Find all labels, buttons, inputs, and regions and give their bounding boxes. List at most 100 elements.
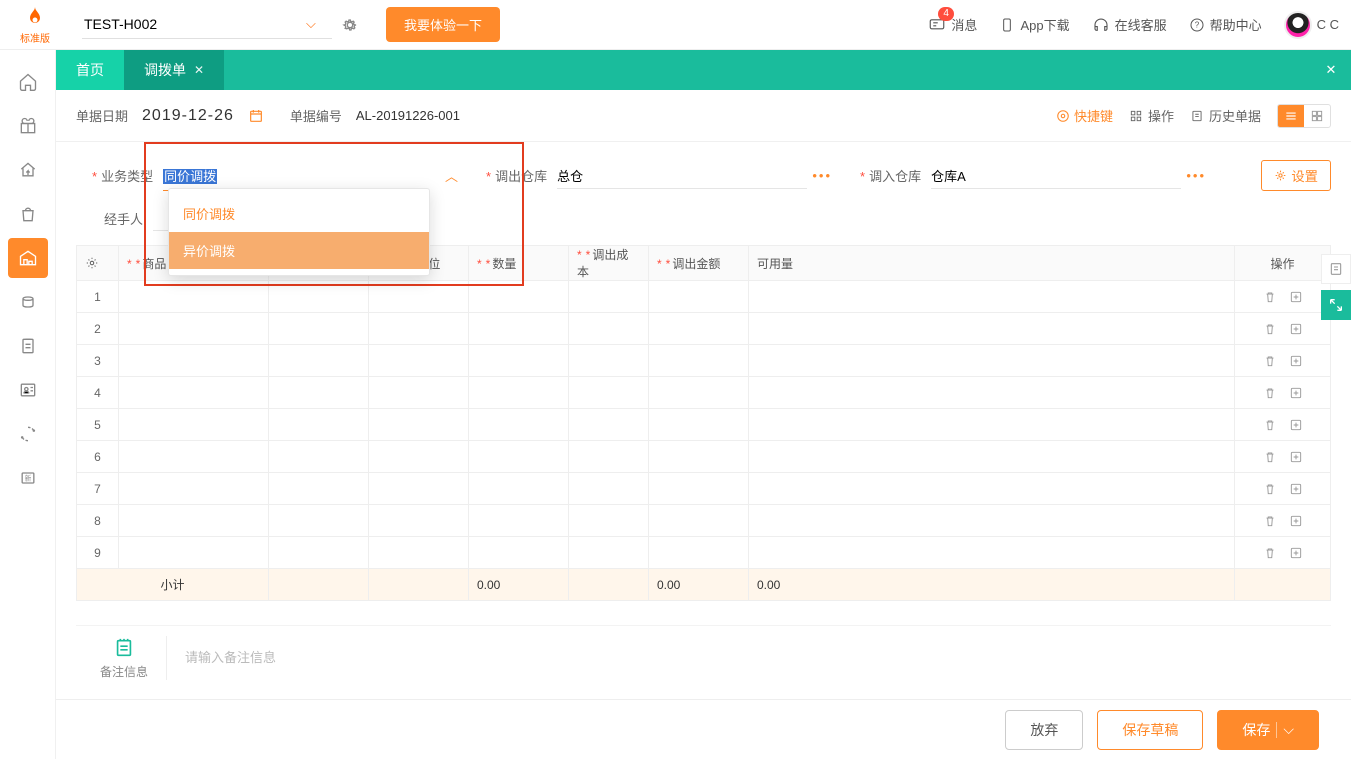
col-qty: *数量 <box>469 246 569 281</box>
svg-text:新: 新 <box>24 474 31 483</box>
add-icon[interactable] <box>1289 450 1303 464</box>
side-expand-button[interactable] <box>1321 290 1351 320</box>
view-grid-button[interactable] <box>1304 105 1330 127</box>
ops-button[interactable]: 操作 <box>1129 106 1174 125</box>
service-button[interactable]: 在线客服 <box>1092 15 1167 34</box>
view-toggle <box>1277 104 1331 128</box>
shortcut-button[interactable]: 快捷键 <box>1056 106 1113 125</box>
side-note-button[interactable] <box>1321 254 1351 284</box>
add-icon[interactable] <box>1289 482 1303 496</box>
add-icon[interactable] <box>1289 290 1303 304</box>
store-input[interactable] <box>84 16 294 32</box>
remark-bar: 备注信息 <box>76 625 1331 689</box>
tab-home[interactable]: 首页 <box>56 50 124 90</box>
items-grid: *商品扫码录入 规格型号 *库存单位 *数量 *调出成本 *调出金额 可用量 操… <box>76 245 1331 601</box>
delete-icon[interactable] <box>1263 482 1277 496</box>
add-icon[interactable] <box>1289 322 1303 336</box>
add-icon[interactable] <box>1289 386 1303 400</box>
gear-icon[interactable] <box>342 17 358 33</box>
add-icon[interactable] <box>1289 418 1303 432</box>
date-label: 单据日期 <box>76 106 128 125</box>
close-icon[interactable]: ✕ <box>194 63 204 77</box>
in-warehouse-field[interactable]: 调入仓库 ••• <box>860 160 1210 191</box>
dropdown-option-diff[interactable]: 异价调拨 <box>169 232 429 269</box>
delete-icon[interactable] <box>1263 514 1277 528</box>
delete-icon[interactable] <box>1263 546 1277 560</box>
table-row[interactable]: 5 <box>77 409 1331 441</box>
left-nav-rail: 新 <box>0 50 56 759</box>
rail-bag[interactable] <box>8 194 48 234</box>
chevron-down-icon: ⌵ <box>1283 721 1294 738</box>
brand-logo: 标准版 <box>12 5 58 45</box>
add-icon[interactable] <box>1289 546 1303 560</box>
history-button[interactable]: 历史单据 <box>1190 106 1261 125</box>
delete-icon[interactable] <box>1263 418 1277 432</box>
biz-type-field[interactable]: 业务类型 同价调拨 ︿ 同价调拨 异价调拨 <box>92 160 462 191</box>
phone-icon <box>999 16 1015 34</box>
doc-toolbar: 单据日期 2019-12-26 单据编号 AL-20191226-001 快捷键… <box>56 90 1351 142</box>
app-download-button[interactable]: App下载 <box>999 15 1069 34</box>
store-selector[interactable]: ⌵ <box>82 10 332 39</box>
tabs-close-button[interactable]: ✕ <box>1311 50 1351 90</box>
help-button[interactable]: ? 帮助中心 <box>1189 15 1262 34</box>
svg-text:?: ? <box>1194 20 1199 29</box>
rail-contact[interactable] <box>8 370 48 410</box>
table-row[interactable]: 8 <box>77 505 1331 537</box>
flame-icon <box>23 5 47 29</box>
save-button[interactable]: 保存⌵ <box>1217 710 1319 750</box>
biz-type-value: 同价调拨 <box>163 169 217 184</box>
table-row[interactable]: 1 <box>77 281 1331 313</box>
operator-label: 经手人 <box>104 209 143 228</box>
table-row[interactable]: 4 <box>77 377 1331 409</box>
out-wh-input[interactable] <box>557 163 807 189</box>
col-gear[interactable] <box>77 246 119 281</box>
add-icon[interactable] <box>1289 354 1303 368</box>
rail-money[interactable] <box>8 282 48 322</box>
rail-clipboard[interactable] <box>8 326 48 366</box>
more-icon[interactable]: ••• <box>812 168 832 183</box>
delete-icon[interactable] <box>1263 450 1277 464</box>
settings-button[interactable]: 设置 <box>1261 160 1331 191</box>
tab-transfer[interactable]: 调拨单✕ <box>124 50 224 90</box>
remark-label: 备注信息 <box>100 663 148 680</box>
view-list-button[interactable] <box>1278 105 1304 127</box>
in-wh-input[interactable] <box>931 163 1181 189</box>
user-menu[interactable]: C C <box>1284 11 1339 39</box>
table-row[interactable]: 6 <box>77 441 1331 473</box>
subtotal-label: 小计 <box>77 569 269 601</box>
biz-type-dropdown: 同价调拨 异价调拨 <box>168 188 430 276</box>
trial-button[interactable]: 我要体验一下 <box>386 7 500 42</box>
more-icon[interactable]: ••• <box>1186 168 1206 183</box>
out-warehouse-field[interactable]: 调出仓库 ••• <box>486 160 836 191</box>
rail-home[interactable] <box>8 62 48 102</box>
date-value[interactable]: 2019-12-26 <box>142 107 234 125</box>
delete-icon[interactable] <box>1263 386 1277 400</box>
table-row[interactable]: 2 <box>77 313 1331 345</box>
note-icon <box>113 636 135 660</box>
rail-warehouse[interactable] <box>8 238 48 278</box>
table-row[interactable]: 3 <box>77 345 1331 377</box>
rail-gift[interactable] <box>8 106 48 146</box>
dropdown-option-same[interactable]: 同价调拨 <box>169 195 429 232</box>
remark-input[interactable] <box>185 650 1307 665</box>
discard-button[interactable]: 放弃 <box>1005 710 1083 750</box>
messages-button[interactable]: 4 消息 <box>928 15 977 34</box>
subtotal-qty: 0.00 <box>469 569 569 601</box>
rail-house-up[interactable] <box>8 150 48 190</box>
calendar-icon[interactable] <box>248 108 264 124</box>
rail-new[interactable]: 新 <box>8 458 48 498</box>
chevron-up-icon[interactable]: ︿ <box>445 166 458 185</box>
table-row[interactable]: 7 <box>77 473 1331 505</box>
save-draft-button[interactable]: 保存草稿 <box>1097 710 1203 750</box>
subtotal-amount: 0.00 <box>649 569 749 601</box>
add-icon[interactable] <box>1289 514 1303 528</box>
table-row[interactable]: 9 <box>77 537 1331 569</box>
col-avail: 可用量 <box>749 246 1235 281</box>
delete-icon[interactable] <box>1263 322 1277 336</box>
delete-icon[interactable] <box>1263 354 1277 368</box>
tab-strip: 首页 调拨单✕ ✕ <box>56 50 1351 90</box>
col-cost: *调出成本 <box>569 246 649 281</box>
rail-sync[interactable] <box>8 414 48 454</box>
headset-icon <box>1092 16 1110 34</box>
delete-icon[interactable] <box>1263 290 1277 304</box>
